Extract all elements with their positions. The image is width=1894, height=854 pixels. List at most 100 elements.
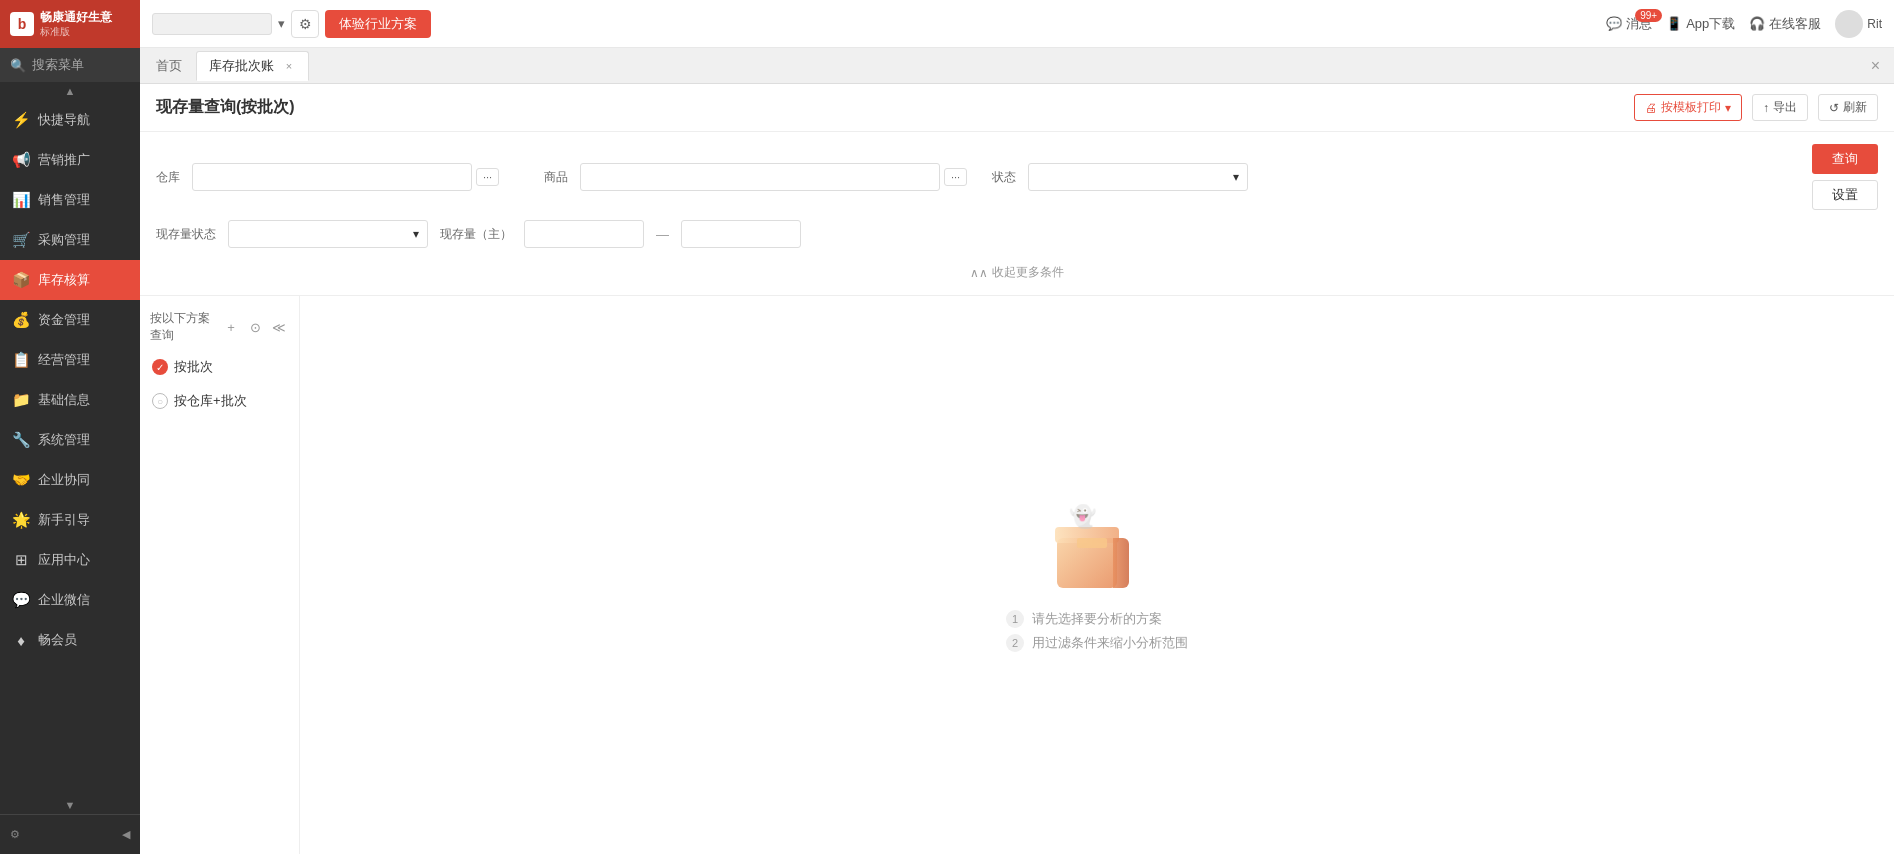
sidebar-item-apps[interactable]: ⊞ 应用中心 xyxy=(0,540,140,580)
sidebar-settings-btn[interactable]: ⚙ xyxy=(10,825,20,844)
warehouse-more-btn[interactable]: ··· xyxy=(476,168,499,186)
sidebar-item-marketing[interactable]: 📢 营销推广 xyxy=(0,140,140,180)
sidebar-item-system[interactable]: 🔧 系统管理 xyxy=(0,420,140,460)
left-panel-header: 按以下方案查询 + ⊙ ≪ xyxy=(140,304,299,350)
print-dropdown-icon: ▾ xyxy=(1725,101,1731,115)
collapse-up-icon: ∧∧ xyxy=(970,266,988,280)
topbar: ▾ ⚙ 体验行业方案 💬 消息 99+ 📱 App下载 🎧 在线客服 Ri xyxy=(140,0,1894,48)
stock-status-label: 现存量状态 xyxy=(156,226,216,243)
topbar-gear-btn[interactable]: ⚙ xyxy=(291,10,319,38)
sidebar-scroll-up-btn[interactable]: ▲ xyxy=(0,82,140,100)
newbie-icon: 🌟 xyxy=(12,511,30,529)
template-print-btn[interactable]: 🖨 按模板打印 ▾ xyxy=(1634,94,1742,121)
left-panel: 按以下方案查询 + ⊙ ≪ ✓ 按批次 ○ 按仓库+批次 xyxy=(140,296,300,854)
service-icon: 🎧 xyxy=(1749,16,1765,31)
messages-btn[interactable]: 💬 消息 99+ xyxy=(1606,15,1652,33)
sidebar-item-finance[interactable]: 💰 资金管理 xyxy=(0,300,140,340)
tip-num-1: 1 xyxy=(1006,610,1024,628)
panel-collapse-btn[interactable]: ≪ xyxy=(269,317,289,337)
sidebar: b 畅康通好生意 标准版 🔍 搜索菜单 ▲ ⚡ 快捷导航 📢 营销推广 📊 销售… xyxy=(0,0,140,854)
filter-row-2: 现存量状态 ▾ 现存量（主） — xyxy=(156,220,1878,248)
page-title: 现存量查询(按批次) xyxy=(156,97,295,128)
stock-status-select[interactable]: ▾ xyxy=(228,220,428,248)
query-btn[interactable]: 查询 xyxy=(1812,144,1878,174)
stock-qty-min-input[interactable] xyxy=(524,220,644,248)
add-scheme-btn[interactable]: + xyxy=(221,317,241,337)
export-icon: ↑ xyxy=(1763,101,1769,115)
sidebar-item-enterprise[interactable]: 🤝 企业协同 xyxy=(0,460,140,500)
inventory-icon: 📦 xyxy=(12,271,30,289)
stock-qty-label: 现存量（主） xyxy=(440,226,512,243)
scheme-item-warehouse-batch[interactable]: ○ 按仓库+批次 xyxy=(140,384,299,418)
sales-icon: 📊 xyxy=(12,191,30,209)
page-actions: 🖨 按模板打印 ▾ ↑ 导出 ↺ 刷新 xyxy=(1634,94,1878,131)
product-more-btn[interactable]: ··· xyxy=(944,168,967,186)
global-close-btn[interactable]: × xyxy=(1865,57,1886,75)
finance-icon: 💰 xyxy=(12,311,30,329)
tab-home[interactable]: 首页 xyxy=(144,51,194,81)
tab-inventory-batch[interactable]: 库存批次账 × xyxy=(196,51,309,81)
warehouse-label: 仓库 xyxy=(156,169,180,186)
range-dash: — xyxy=(656,227,669,242)
refresh-btn[interactable]: ↺ 刷新 xyxy=(1818,94,1878,121)
status-select[interactable]: ▾ xyxy=(1028,163,1248,191)
empty-state: 👻 1 请先选择要分析的方案 2 用过滤条件来缩小分析范围 xyxy=(300,296,1894,854)
filter-right-actions: 查询 设置 xyxy=(1812,144,1878,210)
trial-btn[interactable]: 体验行业方案 xyxy=(325,10,431,38)
app-download-btn[interactable]: 📱 App下载 xyxy=(1666,15,1735,33)
members-icon: ♦ xyxy=(12,631,30,649)
body-area: 按以下方案查询 + ⊙ ≪ ✓ 按批次 ○ 按仓库+批次 xyxy=(140,296,1894,854)
sidebar-item-operations[interactable]: 📋 经营管理 xyxy=(0,340,140,380)
basics-icon: 📁 xyxy=(12,391,30,409)
scheme-dot-inactive: ○ xyxy=(152,393,168,409)
nav-list: ⚡ 快捷导航 📢 营销推广 📊 销售管理 🛒 采购管理 📦 库存核算 💰 资金管… xyxy=(0,100,140,796)
wechat-icon: 💬 xyxy=(12,591,30,609)
enterprise-icon: 🤝 xyxy=(12,471,30,489)
filter-row-1: 仓库 ··· 商品 ··· 状态 ▾ 查询 设置 xyxy=(156,144,1878,210)
online-service-btn[interactable]: 🎧 在线客服 xyxy=(1749,15,1821,33)
sidebar-item-inventory[interactable]: 📦 库存核算 xyxy=(0,260,140,300)
collapse-btn[interactable]: ∧∧ 收起更多条件 xyxy=(156,258,1878,283)
app-name: 畅康通好生意 标准版 xyxy=(40,10,112,39)
breadcrumb-input[interactable] xyxy=(152,13,272,35)
dropdown-chevron-icon[interactable]: ▾ xyxy=(278,16,285,31)
avatar xyxy=(1835,10,1863,38)
marketing-icon: 📢 xyxy=(12,151,30,169)
sidebar-item-quick-nav[interactable]: ⚡ 快捷导航 xyxy=(0,100,140,140)
empty-tip-1: 1 请先选择要分析的方案 xyxy=(1006,610,1188,628)
search-icon: 🔍 xyxy=(10,58,26,73)
sidebar-toggle-btn[interactable]: ◀ xyxy=(122,825,130,844)
content-area: 现存量查询(按批次) 🖨 按模板打印 ▾ ↑ 导出 ↺ 刷新 xyxy=(140,84,1894,854)
warehouse-input[interactable] xyxy=(192,163,472,191)
sidebar-item-basics[interactable]: 📁 基础信息 xyxy=(0,380,140,420)
sidebar-item-wechat[interactable]: 💬 企业微信 xyxy=(0,580,140,620)
scheme-item-batch[interactable]: ✓ 按批次 xyxy=(140,350,299,384)
system-icon: 🔧 xyxy=(12,431,30,449)
product-input[interactable] xyxy=(580,163,940,191)
empty-tip-2: 2 用过滤条件来缩小分析范围 xyxy=(1006,634,1188,652)
sidebar-item-purchase[interactable]: 🛒 采购管理 xyxy=(0,220,140,260)
empty-illustration: 👻 xyxy=(1047,498,1147,598)
left-panel-actions: + ⊙ ≪ xyxy=(221,317,289,337)
empty-tips: 1 请先选择要分析的方案 2 用过滤条件来缩小分析范围 xyxy=(1006,610,1188,652)
stock-qty-max-input[interactable] xyxy=(681,220,801,248)
tab-close-btn[interactable]: × xyxy=(282,59,296,73)
sidebar-item-members[interactable]: ♦ 畅会员 xyxy=(0,620,140,660)
sidebar-scroll-down-btn[interactable]: ▼ xyxy=(0,796,140,814)
search-menu[interactable]: 🔍 搜索菜单 xyxy=(0,48,140,82)
sidebar-item-newbie[interactable]: 🌟 新手引导 xyxy=(0,500,140,540)
topbar-right: 💬 消息 99+ 📱 App下载 🎧 在线客服 Rit xyxy=(1606,10,1882,38)
gear-icon: ⚙ xyxy=(299,16,312,32)
sidebar-scroll-down-area: ▼ xyxy=(0,796,140,814)
sidebar-header: b 畅康通好生意 标准版 xyxy=(0,0,140,48)
tabs-bar: 首页 库存批次账 × × xyxy=(140,48,1894,84)
settings-btn[interactable]: 设置 xyxy=(1812,180,1878,210)
user-avatar-area[interactable]: Rit xyxy=(1835,10,1882,38)
export-btn[interactable]: ↑ 导出 xyxy=(1752,94,1808,121)
scheme-settings-btn[interactable]: ⊙ xyxy=(245,317,265,337)
sidebar-item-sales[interactable]: 📊 销售管理 xyxy=(0,180,140,220)
apps-icon: ⊞ xyxy=(12,551,30,569)
purchase-icon: 🛒 xyxy=(12,231,30,249)
phone-icon: 📱 xyxy=(1666,16,1682,31)
print-icon: 🖨 xyxy=(1645,101,1657,115)
